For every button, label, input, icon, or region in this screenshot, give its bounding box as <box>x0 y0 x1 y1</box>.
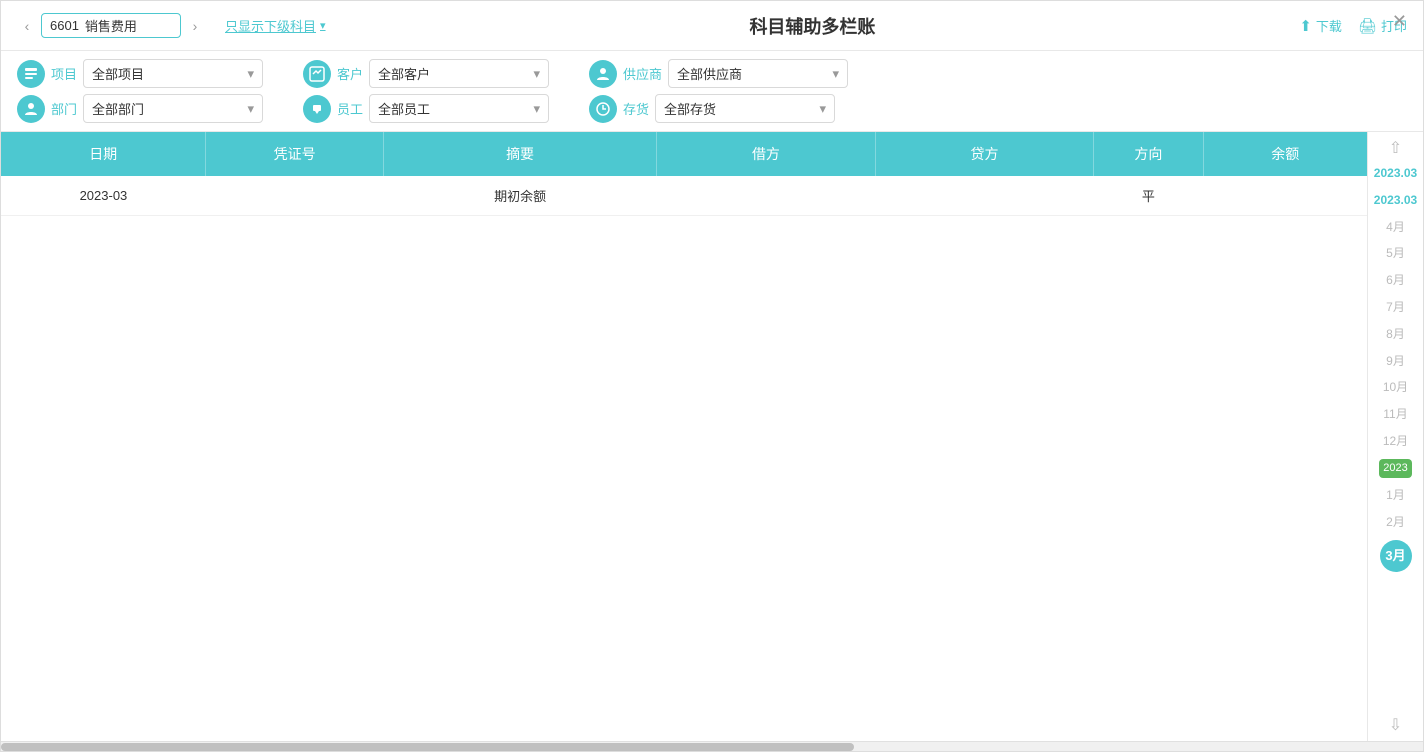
supplier-chevron-icon: ▾ <box>833 66 840 82</box>
page-title: 科目辅助多栏账 <box>326 13 1300 39</box>
department-label: 部门 <box>51 99 77 118</box>
customer-select[interactable]: 全部客户 ▾ <box>369 59 549 88</box>
sidebar-month-3-active[interactable]: 3月 <box>1380 540 1412 572</box>
table-cell <box>875 176 1094 216</box>
filter-item-supplier: 供应商 全部供应商 ▾ <box>589 59 848 88</box>
filter-area: 项目 全部项目 ▾ 客户 全部客户 ▾ <box>1 51 1423 132</box>
sidebar-month-6[interactable]: 6月 <box>1368 267 1423 294</box>
filter-item-employee: 员工 全部员工 ▾ <box>303 94 549 123</box>
sidebar-month-7[interactable]: 7月 <box>1368 294 1423 321</box>
sidebar-date-range-2[interactable]: 2023.03 <box>1368 187 1423 214</box>
table-cell <box>206 176 384 216</box>
inventory-value: 全部存货 <box>664 99 716 118</box>
main-window: ‹ 6601 销售费用 › 只显示下级科目 ▾ 科目辅助多栏账 ⬆ 下载 🖨 打… <box>0 0 1424 752</box>
table-area[interactable]: 日期 凭证号 摘要 借方 贷方 方向 余额 2023-03 期初余额 平 <box>1 132 1367 741</box>
sidebar-year-badge[interactable]: 2023 <box>1379 459 1411 478</box>
col-direction: 方向 <box>1094 132 1203 176</box>
department-select[interactable]: 全部部门 ▾ <box>83 94 263 123</box>
filter-row-1: 项目 全部项目 ▾ 客户 全部客户 ▾ <box>17 59 1407 88</box>
horizontal-scrollbar[interactable] <box>1 741 1423 751</box>
sidebar-month-8[interactable]: 8月 <box>1368 321 1423 348</box>
sidebar-up-arrow[interactable]: ⇧ <box>1384 136 1408 160</box>
col-summary: 摘要 <box>383 132 656 176</box>
ledger-table: 日期 凭证号 摘要 借方 贷方 方向 余额 2023-03 期初余额 平 <box>1 132 1367 216</box>
right-sidebar: ⇧ 2023.03 2023.03 4月 5月 6月 7月 8月 9月 10月 … <box>1367 132 1423 741</box>
nav-next-button[interactable]: › <box>185 16 205 36</box>
supplier-icon <box>589 60 617 88</box>
filter-item-inventory: 存货 全部存货 ▾ <box>589 94 835 123</box>
sidebar-month-2[interactable]: 2月 <box>1368 509 1423 536</box>
department-icon <box>17 95 45 123</box>
sidebar-month-11[interactable]: 11月 <box>1368 401 1423 428</box>
col-balance: 余额 <box>1203 132 1367 176</box>
sidebar-month-4[interactable]: 4月 <box>1368 214 1423 241</box>
supplier-select[interactable]: 全部供应商 ▾ <box>668 59 848 88</box>
account-code-box[interactable]: 6601 销售费用 <box>41 13 181 38</box>
customer-label: 客户 <box>337 64 363 83</box>
col-voucher: 凭证号 <box>206 132 384 176</box>
content-area: 日期 凭证号 摘要 借方 贷方 方向 余额 2023-03 期初余额 平 ⇧ <box>1 132 1423 741</box>
project-icon <box>17 60 45 88</box>
toolbar-right: ⬆ 下载 🖨 打印 <box>1299 16 1407 35</box>
nav-prev-button[interactable]: ‹ <box>17 16 37 36</box>
inventory-label: 存货 <box>623 99 649 118</box>
customer-value: 全部客户 <box>378 64 430 83</box>
inventory-chevron-icon: ▾ <box>820 101 827 117</box>
project-select[interactable]: 全部项目 ▾ <box>83 59 263 88</box>
table-cell: 期初余额 <box>383 176 656 216</box>
col-debit: 借方 <box>657 132 876 176</box>
show-sub-button[interactable]: 只显示下级科目 ▾ <box>225 16 326 35</box>
close-button[interactable]: ✕ <box>1392 11 1407 32</box>
inventory-icon <box>589 95 617 123</box>
customer-icon <box>303 60 331 88</box>
download-button[interactable]: ⬆ 下载 <box>1299 16 1342 35</box>
employee-select[interactable]: 全部员工 ▾ <box>369 94 549 123</box>
table-header-row: 日期 凭证号 摘要 借方 贷方 方向 余额 <box>1 132 1367 176</box>
sidebar-month-9[interactable]: 9月 <box>1368 348 1423 375</box>
account-code-text: 6601 <box>50 18 79 33</box>
employee-value: 全部员工 <box>378 99 430 118</box>
filter-item-department: 部门 全部部门 ▾ <box>17 94 263 123</box>
scrollbar-thumb[interactable] <box>1 743 854 751</box>
sidebar-month-5[interactable]: 5月 <box>1368 240 1423 267</box>
account-name-text: 销售费用 <box>85 16 137 35</box>
sidebar-down-arrow[interactable]: ⇩ <box>1384 713 1408 737</box>
table-body: 2023-03 期初余额 平 <box>1 176 1367 216</box>
inventory-select[interactable]: 全部存货 ▾ <box>655 94 835 123</box>
table-cell: 2023-03 <box>1 176 206 216</box>
project-label: 项目 <box>51 64 77 83</box>
project-chevron-icon: ▾ <box>247 66 254 82</box>
top-bar: ‹ 6601 销售费用 › 只显示下级科目 ▾ 科目辅助多栏账 ⬆ 下载 🖨 打… <box>1 1 1423 51</box>
supplier-value: 全部供应商 <box>677 64 742 83</box>
table-row: 2023-03 期初余额 平 <box>1 176 1367 216</box>
sidebar-year-badge-container: 2023 <box>1368 457 1423 480</box>
customer-chevron-icon: ▾ <box>534 66 541 82</box>
col-date: 日期 <box>1 132 206 176</box>
department-chevron-icon: ▾ <box>247 101 254 117</box>
sidebar-active-month-container: 3月 <box>1368 538 1423 574</box>
department-value: 全部部门 <box>92 99 144 118</box>
filter-item-customer: 客户 全部客户 ▾ <box>303 59 549 88</box>
employee-label: 员工 <box>337 99 363 118</box>
table-cell <box>657 176 876 216</box>
table-cell <box>1203 176 1367 216</box>
filter-item-project: 项目 全部项目 ▾ <box>17 59 263 88</box>
supplier-label: 供应商 <box>623 64 662 83</box>
sidebar-date-range-1[interactable]: 2023.03 <box>1368 160 1423 187</box>
employee-icon <box>303 95 331 123</box>
print-icon: 🖨 <box>1358 17 1377 35</box>
download-icon: ⬆ <box>1299 17 1312 35</box>
project-value: 全部项目 <box>92 64 144 83</box>
sidebar-month-10[interactable]: 10月 <box>1368 374 1423 401</box>
table-cell: 平 <box>1094 176 1203 216</box>
filter-row-2: 部门 全部部门 ▾ 员工 全部员工 ▾ <box>17 94 1407 123</box>
sidebar-month-1[interactable]: 1月 <box>1368 482 1423 509</box>
employee-chevron-icon: ▾ <box>534 101 541 117</box>
sidebar-month-12[interactable]: 12月 <box>1368 428 1423 455</box>
col-credit: 贷方 <box>875 132 1094 176</box>
